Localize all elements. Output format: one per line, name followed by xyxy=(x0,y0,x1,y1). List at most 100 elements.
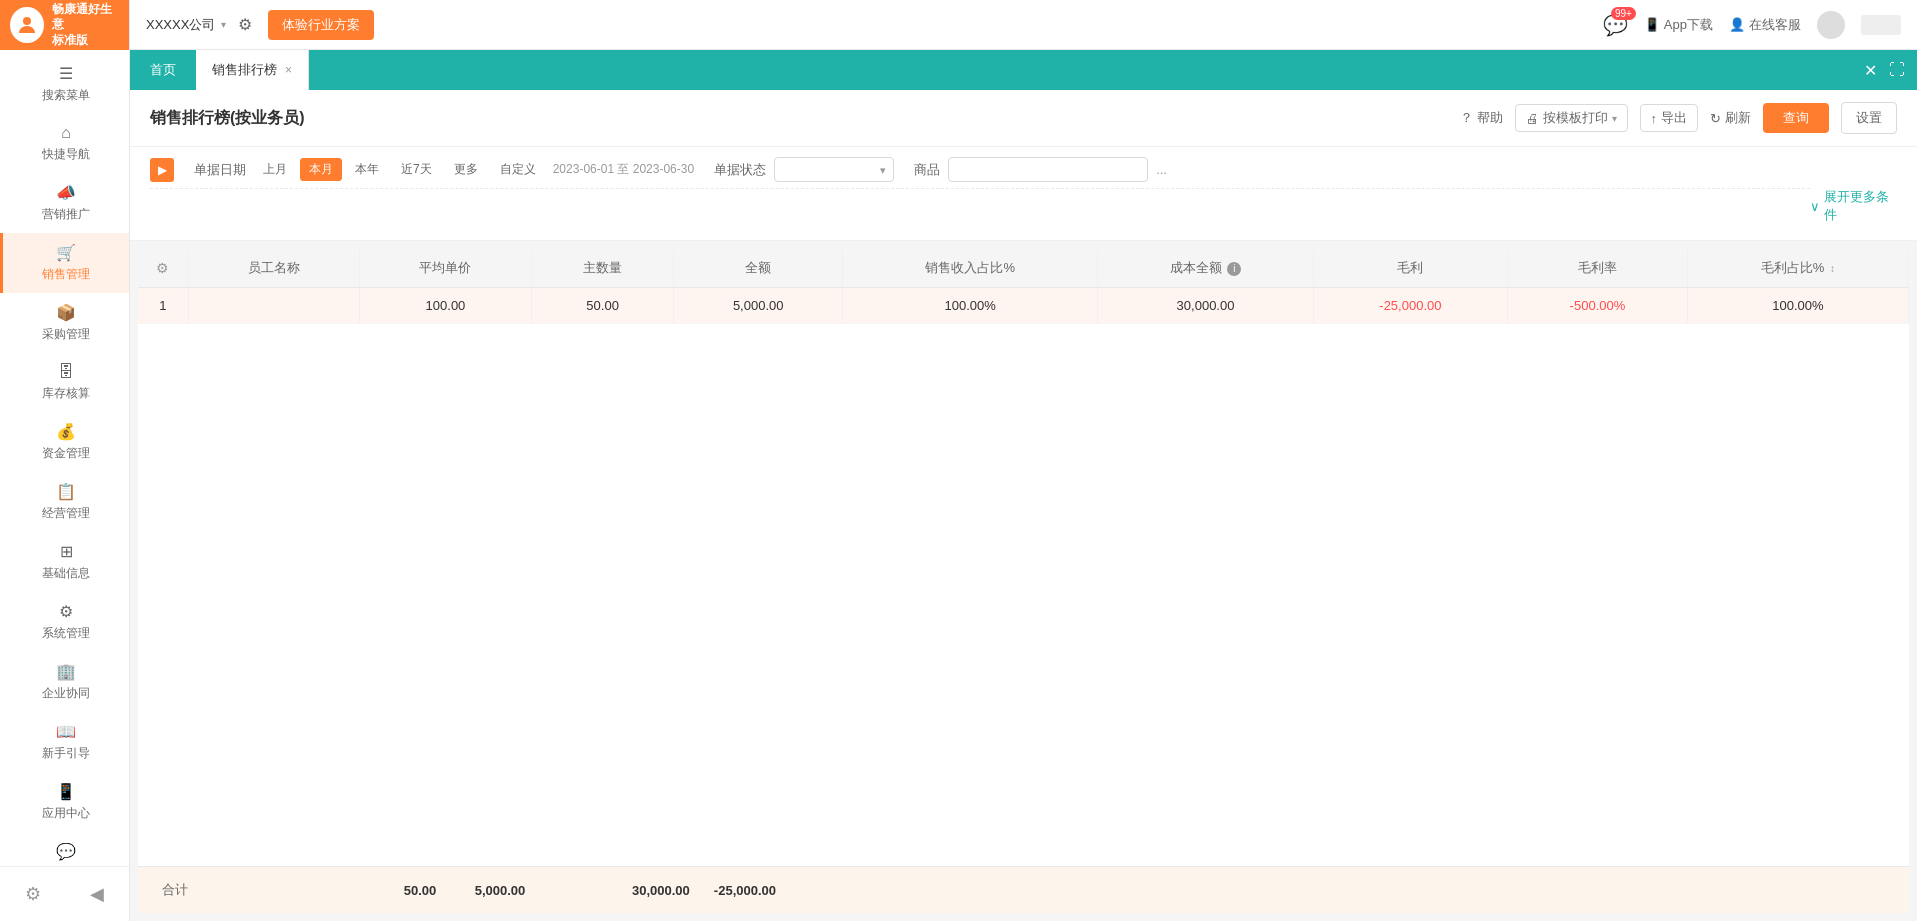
footer-label: 合计 xyxy=(150,877,200,903)
app-logo: 畅康通好生意 标准版 xyxy=(0,0,129,50)
cell-profit-pct: 100.00% xyxy=(1687,288,1908,324)
sidebar-item-marketing[interactable]: 📣 营销推广 xyxy=(0,173,129,233)
status-select[interactable] xyxy=(774,157,894,182)
filter-area: ▶ 单据日期 上月 本月 本年 近7天 更多 自定义 2023-06-01 至 … xyxy=(130,147,1917,241)
help-icon: ？ xyxy=(1460,109,1473,127)
sidebar-item-search[interactable]: ☰ 搜索菜单 xyxy=(0,54,129,114)
goods-input[interactable] xyxy=(948,157,1148,182)
app-name: 畅康通好生意 标准版 xyxy=(52,2,119,49)
refresh-btn[interactable]: ↻ 刷新 xyxy=(1710,109,1751,127)
column-settings-icon[interactable]: ⚙ xyxy=(156,260,169,276)
export-btn[interactable]: ↑ 导出 xyxy=(1640,104,1699,132)
maximize-icon[interactable]: ⛶ xyxy=(1889,61,1905,79)
table-header: ⚙ 员工名称 平均单价 主数量 全额 xyxy=(138,249,1909,288)
trial-button[interactable]: 体验行业方案 xyxy=(268,10,374,40)
sidebar: 畅康通好生意 标准版 ☰ 搜索菜单 ⌂ 快捷导航 📣 营销推广 🛒 销售管理 📦… xyxy=(0,0,130,921)
goods-more-icon[interactable]: ... xyxy=(1156,162,1167,177)
sidebar-item-sales[interactable]: 🛒 销售管理 xyxy=(0,233,129,293)
close-tab-icon[interactable]: × xyxy=(285,63,292,77)
toggle-arrow-btn[interactable]: ▶ xyxy=(150,158,174,182)
collapse-icon[interactable]: ◀ xyxy=(84,877,110,911)
page-title: 销售排行榜(按业务员) xyxy=(150,108,305,129)
online-service-btn[interactable]: 👤 在线客服 xyxy=(1729,16,1801,34)
page-header: 销售排行榜(按业务员) ？ 帮助 🖨 按模板打印 ▾ ↑ 导出 ↻ 刷新 xyxy=(130,90,1917,147)
tabbar: 首页 销售排行榜 × ✕ ⛶ xyxy=(130,50,1917,90)
bottom-settings-icon[interactable]: ⚙ xyxy=(19,877,47,911)
template-print-btn[interactable]: 🖨 按模板打印 ▾ xyxy=(1515,104,1628,132)
tab-sales-ranking[interactable]: 销售排行榜 × xyxy=(196,50,309,90)
sidebar-item-enterprise[interactable]: 🏢 企业协同 xyxy=(0,652,129,712)
sidebar-item-inventory[interactable]: 🗄 库存核算 xyxy=(0,353,129,412)
avatar[interactable] xyxy=(1817,11,1845,39)
company-selector[interactable]: XXXXX公司 ▾ xyxy=(146,16,226,34)
notification-icon[interactable]: 💬 99+ xyxy=(1603,13,1628,37)
sidebar-item-finance[interactable]: 💰 资金管理 xyxy=(0,412,129,472)
enterprise-icon: 🏢 xyxy=(56,662,76,681)
last-month-btn[interactable]: 上月 xyxy=(254,158,296,181)
sidebar-item-wechat[interactable]: 💬 企业微信 xyxy=(0,832,129,866)
search-menu-icon: ☰ xyxy=(59,64,73,83)
footer-profit-rate xyxy=(788,886,868,894)
settings-button[interactable]: 设置 xyxy=(1841,102,1897,134)
app-download-btn[interactable]: 📱 App下载 xyxy=(1644,16,1713,34)
sidebar-item-system[interactable]: ⚙ 系统管理 xyxy=(0,592,129,652)
sidebar-item-label: 采购管理 xyxy=(42,326,90,343)
download-icon: 📱 xyxy=(1644,17,1660,32)
sidebar-item-apps[interactable]: 📱 应用中心 xyxy=(0,772,129,832)
sidebar-item-label: 销售管理 xyxy=(42,266,90,283)
more-btn[interactable]: 更多 xyxy=(445,158,487,181)
th-cost: 成本全额 i xyxy=(1098,249,1313,288)
tab-home[interactable]: 首页 xyxy=(130,50,196,90)
th-profit: 毛利 xyxy=(1313,249,1507,288)
cell-qty: 50.00 xyxy=(531,288,674,324)
last-7days-btn[interactable]: 近7天 xyxy=(392,158,441,181)
svg-point-0 xyxy=(23,17,31,25)
footer-avg-price xyxy=(300,886,380,894)
date-filter-label: 单据日期 xyxy=(194,161,246,179)
cost-info-icon[interactable]: i xyxy=(1227,262,1241,276)
table-body: 1 100.00 50.00 5,000.00 100.00% 30,000.0… xyxy=(138,288,1909,324)
print-arrow-icon: ▾ xyxy=(1612,113,1617,124)
footer-qty: 50.00 xyxy=(380,879,460,902)
this-year-btn[interactable]: 本年 xyxy=(346,158,388,181)
topbar-settings-icon[interactable]: ⚙ xyxy=(238,15,252,34)
sidebar-item-quick-nav[interactable]: ⌂ 快捷导航 xyxy=(0,114,129,173)
home-tab-label: 首页 xyxy=(150,61,176,79)
page-content: 销售排行榜(按业务员) ？ 帮助 🖨 按模板打印 ▾ ↑ 导出 ↻ 刷新 xyxy=(130,90,1917,921)
filter-row: ▶ 单据日期 上月 本月 本年 近7天 更多 自定义 2023-06-01 至 … xyxy=(150,157,1897,182)
sidebar-item-operations[interactable]: 📋 经营管理 xyxy=(0,472,129,532)
custom-btn[interactable]: 自定义 xyxy=(491,158,545,181)
sidebar-item-purchase[interactable]: 📦 采购管理 xyxy=(0,293,129,353)
th-sales-pct-label: 销售收入占比% xyxy=(925,260,1015,275)
th-profit-pct: 毛利占比% ↕ xyxy=(1687,249,1908,288)
tab-label: 销售排行榜 xyxy=(212,61,277,79)
chevron-down-icon: ∨ xyxy=(1810,199,1820,214)
company-name: XXXXX公司 xyxy=(146,16,215,34)
expand-conditions-btn[interactable]: ∨ 展开更多条件 xyxy=(1810,188,1897,224)
online-service-label: 在线客服 xyxy=(1749,16,1801,34)
sidebar-item-label: 基础信息 xyxy=(42,565,90,582)
table-footer: 合计 50.00 5,000.00 30,000.00 -25,000.00 xyxy=(138,866,1909,913)
th-profit-pct-label: 毛利占比% xyxy=(1761,260,1825,275)
app-download-label: App下载 xyxy=(1664,16,1713,34)
sidebar-item-basic[interactable]: ⊞ 基础信息 xyxy=(0,532,129,592)
page-actions: ？ 帮助 🖨 按模板打印 ▾ ↑ 导出 ↻ 刷新 查询 设置 xyxy=(1460,102,1898,134)
th-cost-label: 成本全额 xyxy=(1170,260,1222,275)
help-btn[interactable]: ？ 帮助 xyxy=(1460,109,1503,127)
notification-badge: 99+ xyxy=(1611,7,1636,20)
this-month-btn[interactable]: 本月 xyxy=(300,158,342,181)
sidebar-item-label: 搜索菜单 xyxy=(42,87,90,104)
query-button[interactable]: 查询 xyxy=(1763,103,1829,133)
marketing-icon: 📣 xyxy=(56,183,76,202)
close-window-icon[interactable]: ✕ xyxy=(1864,61,1877,80)
sidebar-item-label: 快捷导航 xyxy=(42,146,90,163)
cell-rank: 1 xyxy=(138,288,188,324)
sidebar-item-label: 库存核算 xyxy=(42,385,90,402)
th-gear[interactable]: ⚙ xyxy=(138,249,188,288)
sidebar-item-label: 营销推广 xyxy=(42,206,90,223)
sidebar-item-guide[interactable]: 📖 新手引导 xyxy=(0,712,129,772)
help-label: 帮助 xyxy=(1477,109,1503,127)
topbar-right: 💬 99+ 📱 App下载 👤 在线客服 xyxy=(1603,11,1901,39)
sort-icon[interactable]: ↕ xyxy=(1830,263,1835,274)
refresh-icon: ↻ xyxy=(1710,111,1721,126)
